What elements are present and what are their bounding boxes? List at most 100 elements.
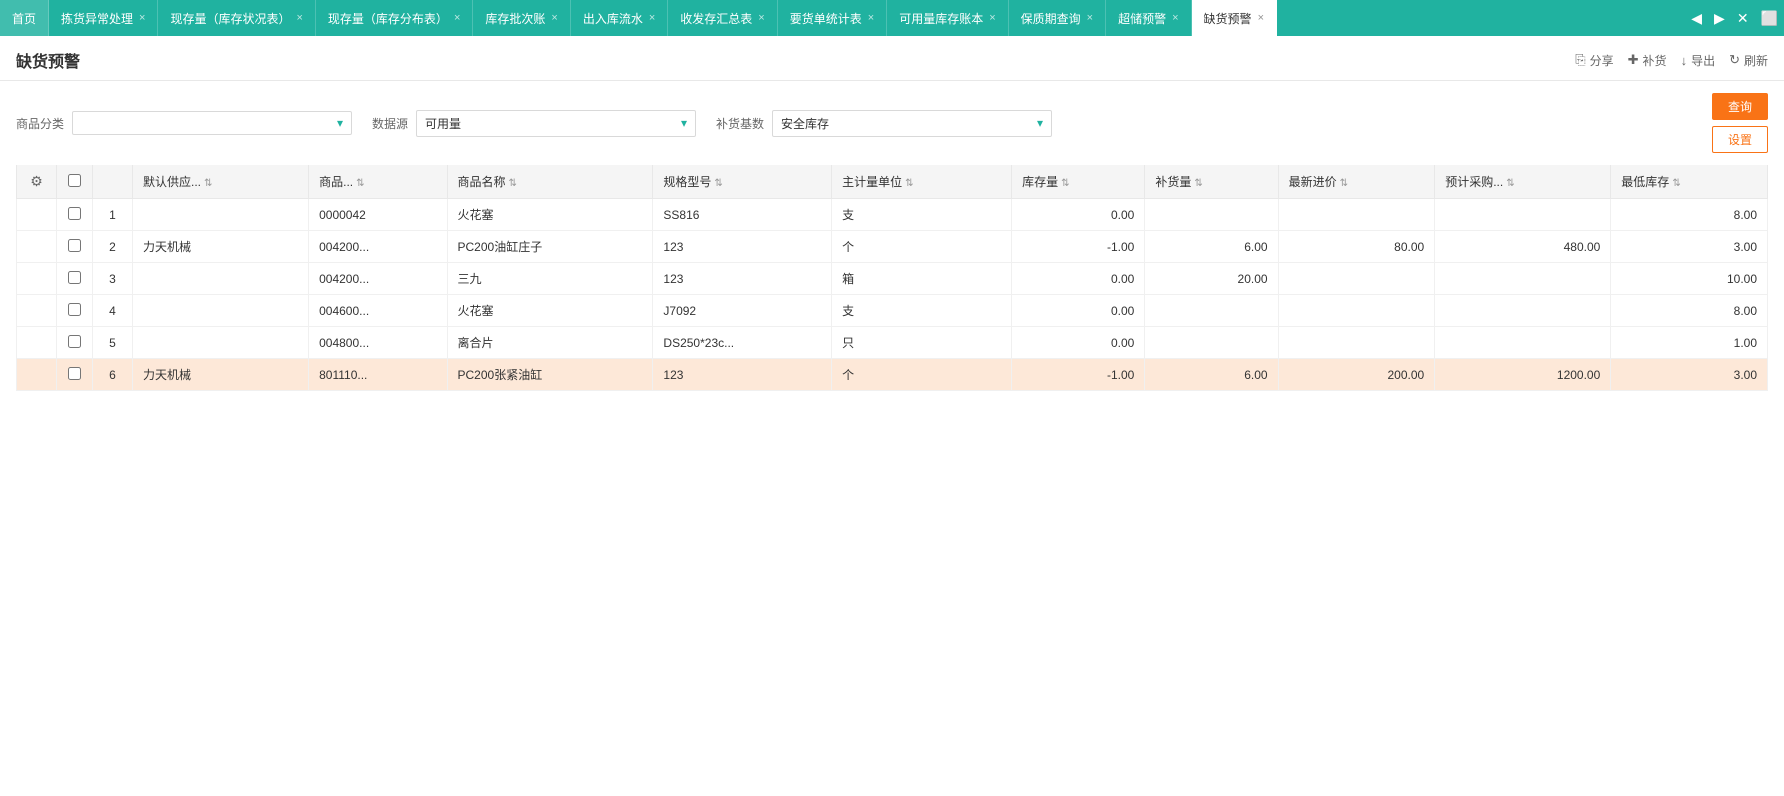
col-min-stock[interactable]: 最低库存⇅: [1611, 165, 1768, 199]
sort-name-icon: ⇅: [509, 178, 517, 189]
col-replenish-qty[interactable]: 补货量⇅: [1145, 165, 1278, 199]
row-setting-cell: [17, 231, 57, 263]
row-unit: 只: [832, 327, 1012, 359]
col-stock[interactable]: 库存量⇅: [1012, 165, 1145, 199]
row-checkbox-cell[interactable]: [57, 199, 93, 231]
row-checkbox[interactable]: [68, 303, 81, 316]
row-spec: SS816: [653, 199, 832, 231]
row-checkbox[interactable]: [68, 207, 81, 220]
row-unit: 个: [832, 359, 1012, 391]
tab-inventory-status[interactable]: 现存量（库存状况表） ×: [158, 0, 315, 36]
row-stock: 0.00: [1012, 295, 1145, 327]
row-checkbox-cell[interactable]: [57, 359, 93, 391]
sort-price-icon: ⇅: [1340, 178, 1348, 189]
table-container: ⚙ 默认供应...⇅ 商品...⇅ 商品名称⇅: [0, 165, 1784, 407]
row-min-stock: 8.00: [1611, 199, 1768, 231]
row-latest-price: 80.00: [1278, 231, 1435, 263]
tab-maximize-button[interactable]: ⬜: [1755, 6, 1784, 31]
row-setting-cell: [17, 199, 57, 231]
tab-close-exception[interactable]: ×: [139, 12, 145, 24]
tab-collect[interactable]: 收发存汇总表 ×: [668, 0, 777, 36]
refresh-button[interactable]: ↻ 刷新: [1729, 52, 1768, 69]
category-chevron-icon: ▾: [337, 116, 343, 130]
tab-close-overstock[interactable]: ×: [1172, 12, 1178, 24]
category-select[interactable]: ▾: [72, 111, 352, 135]
row-min-stock: 3.00: [1611, 231, 1768, 263]
row-checkbox[interactable]: [68, 271, 81, 284]
col-product-code[interactable]: 商品...⇅: [309, 165, 447, 199]
row-supplier: [133, 295, 309, 327]
row-stock: 0.00: [1012, 263, 1145, 295]
tab-close-all-button[interactable]: ✕: [1731, 6, 1755, 31]
row-supplier: [133, 327, 309, 359]
tab-close-available[interactable]: ×: [989, 12, 995, 24]
row-spec: J7092: [653, 295, 832, 327]
col-default-supplier[interactable]: 默认供应...⇅: [133, 165, 309, 199]
row-checkbox-cell[interactable]: [57, 327, 93, 359]
tab-inout[interactable]: 出入库流水 ×: [571, 0, 668, 36]
col-setting[interactable]: ⚙: [17, 165, 57, 199]
row-spec: 123: [653, 263, 832, 295]
row-latest-price: [1278, 295, 1435, 327]
tab-close-inventory-status[interactable]: ×: [296, 12, 302, 24]
data-table: ⚙ 默认供应...⇅ 商品...⇅ 商品名称⇅: [16, 165, 1768, 391]
datasource-value: 可用量: [425, 115, 461, 132]
tab-exception[interactable]: 拣货异常处理 ×: [49, 0, 158, 36]
table-row: 6 力天机械 801110... PC200张紧油缸 123 个 -1.00 6…: [17, 359, 1768, 391]
tab-close-shortage[interactable]: ×: [1258, 12, 1264, 24]
row-checkbox-cell[interactable]: [57, 295, 93, 327]
row-checkbox[interactable]: [68, 367, 81, 380]
tab-overstock[interactable]: 超储预警 ×: [1106, 0, 1191, 36]
row-min-stock: 3.00: [1611, 359, 1768, 391]
row-est-purchase: [1435, 295, 1611, 327]
row-est-purchase: 480.00: [1435, 231, 1611, 263]
row-num: 3: [93, 263, 133, 295]
tab-batch[interactable]: 库存批次账 ×: [473, 0, 570, 36]
row-checkbox[interactable]: [68, 335, 81, 348]
col-est-purchase[interactable]: 预计采购...⇅: [1435, 165, 1611, 199]
tab-close-demand[interactable]: ×: [868, 12, 874, 24]
row-product-name: 火花塞: [447, 295, 653, 327]
row-checkbox[interactable]: [68, 239, 81, 252]
row-latest-price: [1278, 199, 1435, 231]
query-button[interactable]: 查询: [1712, 93, 1768, 120]
settings-button[interactable]: 设置: [1712, 126, 1768, 153]
tab-next-button[interactable]: ▶: [1708, 6, 1731, 31]
export-button[interactable]: ↓ 导出: [1681, 52, 1716, 69]
tab-close-expiry[interactable]: ×: [1087, 12, 1093, 24]
sort-minstk-icon: ⇅: [1672, 178, 1680, 189]
tab-close-collect[interactable]: ×: [758, 12, 764, 24]
share-button[interactable]: ⎘ 分享: [1575, 52, 1613, 69]
filter-actions: 查询 设置: [1712, 93, 1768, 153]
tab-expiry[interactable]: 保质期查询 ×: [1009, 0, 1106, 36]
tab-close-inventory-dist[interactable]: ×: [454, 12, 460, 24]
row-unit: 支: [832, 199, 1012, 231]
sort-stock-icon: ⇅: [1061, 178, 1069, 189]
tab-home[interactable]: 首页: [0, 0, 49, 36]
row-latest-price: 200.00: [1278, 359, 1435, 391]
tab-prev-button[interactable]: ◀: [1685, 6, 1708, 31]
row-checkbox-cell[interactable]: [57, 263, 93, 295]
datasource-select[interactable]: 可用量 ▾: [416, 110, 696, 137]
tab-close-inout[interactable]: ×: [649, 12, 655, 24]
tab-inventory-dist[interactable]: 现存量（库存分布表） ×: [316, 0, 473, 36]
row-est-purchase: [1435, 199, 1611, 231]
col-unit[interactable]: 主计量单位⇅: [832, 165, 1012, 199]
tab-demand[interactable]: 要货单统计表 ×: [778, 0, 887, 36]
row-num: 2: [93, 231, 133, 263]
col-latest-price[interactable]: 最新进价⇅: [1278, 165, 1435, 199]
replenish-button[interactable]: ✚ 补货: [1628, 52, 1667, 69]
row-product-name: 离合片: [447, 327, 653, 359]
row-product-name: 三九: [447, 263, 653, 295]
col-spec[interactable]: 规格型号⇅: [653, 165, 832, 199]
tab-available[interactable]: 可用量库存账本 ×: [887, 0, 1008, 36]
col-product-name[interactable]: 商品名称⇅: [447, 165, 653, 199]
replenish-basis-filter-group: 补货基数 安全库存 ▾: [716, 110, 1052, 137]
settings-gear-icon[interactable]: ⚙: [30, 173, 43, 189]
select-all-checkbox[interactable]: [68, 174, 81, 187]
replenish-basis-select[interactable]: 安全库存 ▾: [772, 110, 1052, 137]
tab-close-batch[interactable]: ×: [551, 12, 557, 24]
tab-shortage[interactable]: 缺货预警 ×: [1192, 0, 1277, 36]
row-checkbox-cell[interactable]: [57, 231, 93, 263]
row-unit: 支: [832, 295, 1012, 327]
